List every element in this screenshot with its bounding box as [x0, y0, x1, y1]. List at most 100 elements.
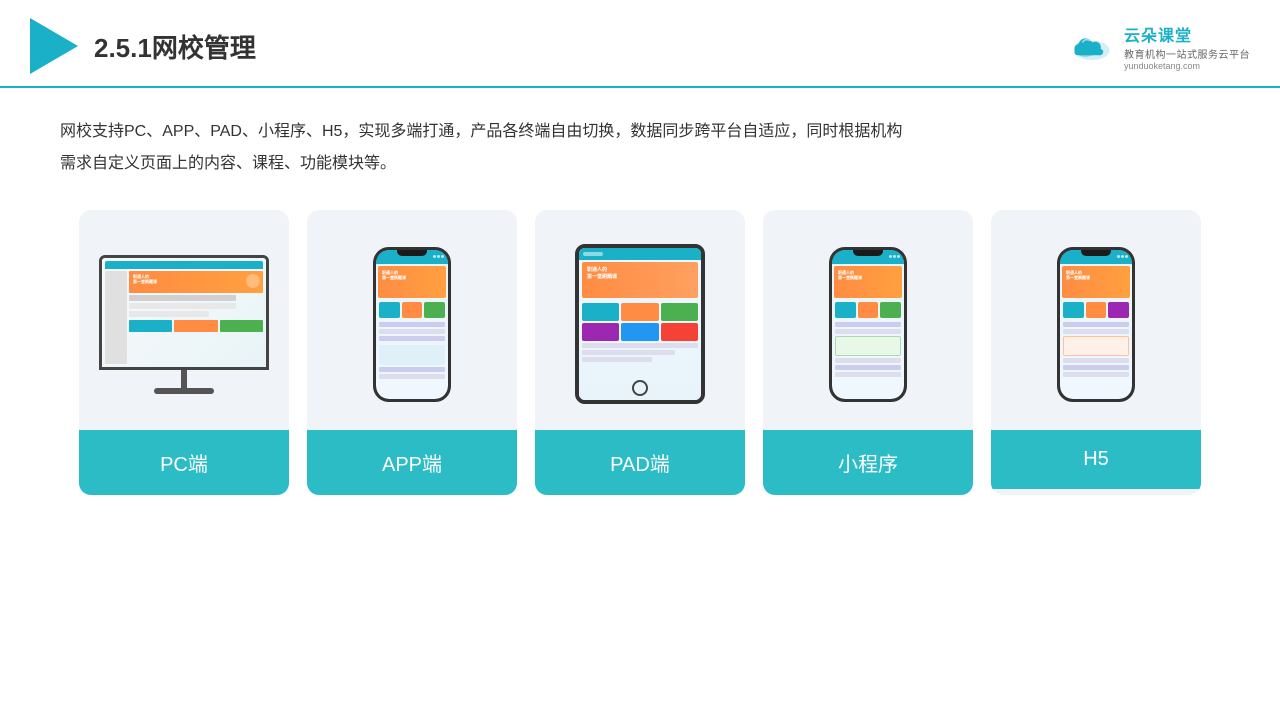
logo-triangle-icon	[30, 18, 78, 74]
brand-logo	[1068, 28, 1116, 64]
pc-image-area: 职通人的第一堂刷题课	[79, 210, 289, 430]
brand-name: 云朵课堂	[1124, 22, 1192, 46]
pc-stand	[181, 370, 187, 388]
phone-dot	[889, 255, 892, 258]
pc-screen-header	[105, 261, 263, 269]
phone-notch	[397, 250, 427, 256]
phone-grid-item	[402, 302, 423, 318]
pc-screen: 职通人的第一堂刷题课	[102, 258, 266, 367]
pc-base	[154, 388, 214, 394]
phone-card-row	[379, 345, 445, 365]
app-image-area: 职通人的第一堂刷题课	[307, 210, 517, 430]
phone-dot	[433, 255, 436, 258]
description-line1: 网校支持PC、APP、PAD、小程序、H5，实现多端打通，产品各终端自由切换，数…	[60, 123, 902, 140]
pad-grid-item	[582, 323, 619, 341]
phone-dot	[1125, 255, 1128, 258]
miniapp-phone-mockup: 职通人的第一堂刷题课	[829, 247, 907, 402]
phone-row	[379, 329, 445, 334]
pad-banner: 职通人的第一堂刷题课	[582, 262, 698, 298]
phone-dot	[437, 255, 440, 258]
h5-banner-text: 职通人的第一堂刷题课	[1066, 270, 1090, 280]
page-header: 2.5.1网校管理 云朵课堂 教育机构一站式服务云平台 yunduoketang…	[0, 0, 1280, 88]
phone-dot	[897, 255, 900, 258]
h5-label: H5	[991, 430, 1201, 489]
pc-screen-content: 职通人的第一堂刷题课	[105, 271, 263, 364]
pad-row	[582, 343, 698, 348]
pad-banner-text: 职通人的第一堂刷题课	[587, 267, 617, 280]
pad-grid-item	[661, 323, 698, 341]
pad-header	[579, 248, 701, 260]
pc-grid	[129, 320, 263, 332]
cloud-icon	[1068, 28, 1116, 64]
phone-row	[1063, 322, 1129, 327]
miniapp-phone-grid	[832, 300, 904, 320]
pad-grid-item	[621, 303, 658, 321]
miniapp-banner-text: 职通人的第一堂刷题课	[838, 270, 862, 280]
pc-sidebar	[105, 271, 127, 364]
h5-phone-screen: 职通人的第一堂刷题课	[1060, 250, 1132, 399]
miniapp-phone-banner: 职通人的第一堂刷题课	[834, 266, 902, 298]
phone-row	[835, 329, 901, 334]
phone-dot	[441, 255, 444, 258]
header-left: 2.5.1网校管理	[30, 18, 256, 74]
h5-image-area: 职通人的第一堂刷题课	[991, 210, 1201, 430]
pc-row-1	[129, 295, 236, 301]
phone-notch-3	[1081, 250, 1111, 256]
device-cards: 职通人的第一堂刷题课	[60, 210, 1220, 495]
pad-grid-item	[661, 303, 698, 321]
phone-grid-item	[835, 302, 856, 318]
phone-top-dots	[433, 255, 444, 258]
main-content: 网校支持PC、APP、PAD、小程序、H5，实现多端打通，产品各终端自由切换，数…	[0, 88, 1280, 495]
h5-card: 职通人的第一堂刷题课	[991, 210, 1201, 495]
app-phone-banner: 职通人的第一堂刷题课	[378, 266, 446, 298]
app-label: APP端	[307, 430, 517, 495]
phone-grid-item	[1063, 302, 1084, 318]
phone-row	[835, 358, 901, 363]
h5-phone-grid	[1060, 300, 1132, 320]
phone-dot	[893, 255, 896, 258]
pad-card: 职通人的第一堂刷题课	[535, 210, 745, 495]
pc-banner-text: 职通人的第一堂刷题课	[133, 274, 157, 284]
pc-label: PC端	[79, 430, 289, 495]
phone-row	[1063, 372, 1129, 377]
phone-row	[835, 322, 901, 327]
pad-header-bar	[583, 252, 603, 256]
miniapp-card: 职通人的第一堂刷题课	[763, 210, 973, 495]
pad-label: PAD端	[535, 430, 745, 495]
pc-grid-item	[129, 320, 172, 332]
miniapp-phone-screen: 职通人的第一堂刷题课	[832, 250, 904, 399]
phone-grid-item	[858, 302, 879, 318]
brand-url: yunduoketang.com	[1124, 61, 1200, 71]
pc-row-2	[129, 303, 236, 309]
phone-row	[379, 336, 445, 341]
app-phone-screen: 职通人的第一堂刷题课	[376, 250, 448, 399]
pad-screen: 职通人的第一堂刷题课	[579, 248, 701, 400]
pad-grid-item	[582, 303, 619, 321]
phone-row	[1063, 329, 1129, 334]
pc-row-3	[129, 311, 209, 317]
phone-notch-2	[853, 250, 883, 256]
phone-row	[835, 365, 901, 370]
phone-row	[379, 322, 445, 327]
pad-grid-item	[621, 323, 658, 341]
header-right: 云朵课堂 教育机构一站式服务云平台 yunduoketang.com	[1068, 22, 1250, 71]
phone-row	[379, 374, 445, 379]
phone-card-row	[1063, 336, 1129, 356]
h5-phone-mockup: 职通人的第一堂刷题课	[1057, 247, 1135, 402]
phone-dot	[1121, 255, 1124, 258]
miniapp-label: 小程序	[763, 430, 973, 495]
pad-row	[582, 357, 652, 362]
pc-monitor: 职通人的第一堂刷题课	[99, 255, 269, 370]
app-banner-text: 职通人的第一堂刷题课	[382, 270, 406, 280]
description: 网校支持PC、APP、PAD、小程序、H5，实现多端打通，产品各终端自由切换，数…	[60, 116, 1220, 180]
app-card: 职通人的第一堂刷题课	[307, 210, 517, 495]
app-phone-rows	[376, 320, 448, 399]
phone-row	[1063, 365, 1129, 370]
app-phone-grid	[376, 300, 448, 320]
description-line2: 需求自定义页面上的内容、课程、功能模块等。	[60, 155, 396, 172]
phone-row	[379, 367, 445, 372]
phone-row	[835, 372, 901, 377]
pc-mockup: 职通人的第一堂刷题课	[97, 255, 272, 394]
brand-text: 云朵课堂 教育机构一站式服务云平台 yunduoketang.com	[1124, 22, 1250, 71]
phone-grid-item	[1108, 302, 1129, 318]
